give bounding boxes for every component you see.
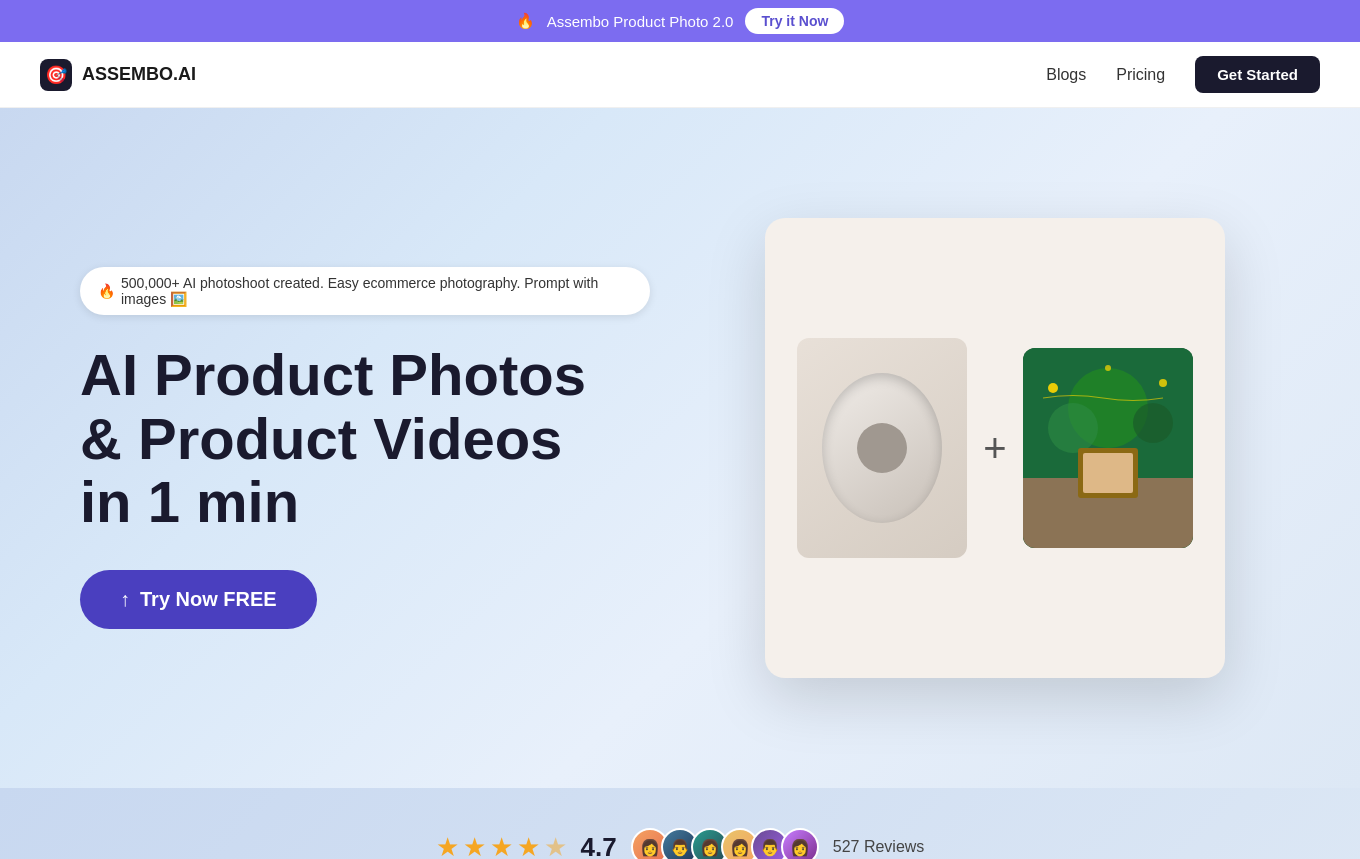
avatar-6: 👩 [781, 828, 819, 859]
hero-image-card: + [765, 218, 1225, 678]
star-4: ★ [517, 832, 540, 860]
hero-cta-label: Try Now FREE [140, 588, 277, 611]
nav-link-pricing[interactable]: Pricing [1116, 66, 1165, 84]
get-started-button[interactable]: Get Started [1195, 56, 1320, 93]
star-2: ★ [463, 832, 486, 860]
navbar: 🎯 ASSEMBO.AI Blogs Pricing Get Started [0, 42, 1360, 108]
badge-fire-icon: 🔥 [98, 283, 115, 299]
hero-title-line2: & Product Videos [80, 406, 562, 471]
star-rating: ★ ★ ★ ★ ★ [436, 832, 567, 860]
banner-cta-button[interactable]: Try it Now [745, 8, 844, 34]
star-5: ★ [544, 832, 567, 860]
hero-title-line3: in 1 min [80, 469, 299, 534]
plus-divider: + [983, 426, 1006, 471]
hero-right: + [710, 218, 1280, 678]
product-image-speaker [797, 338, 967, 558]
social-proof-section: ★ ★ ★ ★ ★ 4.7 👩 👨 👩 👩 👨 👩 527 Reviews am… [0, 788, 1360, 859]
logo-icon: 🎯 [40, 59, 72, 91]
scene-svg [1023, 348, 1193, 548]
svg-point-4 [1133, 403, 1173, 443]
svg-point-8 [1159, 379, 1167, 387]
banner-text: Assembo Product Photo 2.0 [547, 13, 734, 30]
product-image-scene [1023, 348, 1193, 548]
speaker-visual [822, 373, 942, 523]
upload-icon: ↑ [120, 588, 130, 611]
banner-fire-icon: 🔥 [516, 12, 535, 30]
rating-number: 4.7 [581, 832, 617, 860]
star-3: ★ [490, 832, 513, 860]
hero-title: AI Product Photos & Product Videos in 1 … [80, 343, 650, 534]
hero-title-line1: AI Product Photos [80, 342, 586, 407]
hero-badge: 🔥 500,000+ AI photoshoot created. Easy e… [80, 267, 650, 315]
nav-link-blogs[interactable]: Blogs [1046, 66, 1086, 84]
badge-text: 500,000+ AI photoshoot created. Easy eco… [121, 275, 632, 307]
svg-point-9 [1105, 365, 1111, 371]
avatar-stack: 👩 👨 👩 👩 👨 👩 [631, 828, 819, 859]
nav-links: Blogs Pricing Get Started [1046, 56, 1320, 93]
svg-point-7 [1048, 383, 1058, 393]
top-banner: 🔥 Assembo Product Photo 2.0 Try it Now [0, 0, 1360, 42]
star-1: ★ [436, 832, 459, 860]
reviews-count: 527 Reviews [833, 838, 925, 856]
hero-left: 🔥 500,000+ AI photoshoot created. Easy e… [80, 267, 650, 629]
hero-cta-button[interactable]: ↑ Try Now FREE [80, 570, 317, 629]
logo-text: ASSEMBO.AI [82, 64, 196, 85]
ratings-row: ★ ★ ★ ★ ★ 4.7 👩 👨 👩 👩 👨 👩 527 Reviews [436, 828, 925, 859]
nav-logo[interactable]: 🎯 ASSEMBO.AI [40, 59, 196, 91]
svg-point-3 [1048, 403, 1098, 453]
hero-section: 🔥 500,000+ AI photoshoot created. Easy e… [0, 108, 1360, 788]
svg-rect-6 [1083, 453, 1133, 493]
